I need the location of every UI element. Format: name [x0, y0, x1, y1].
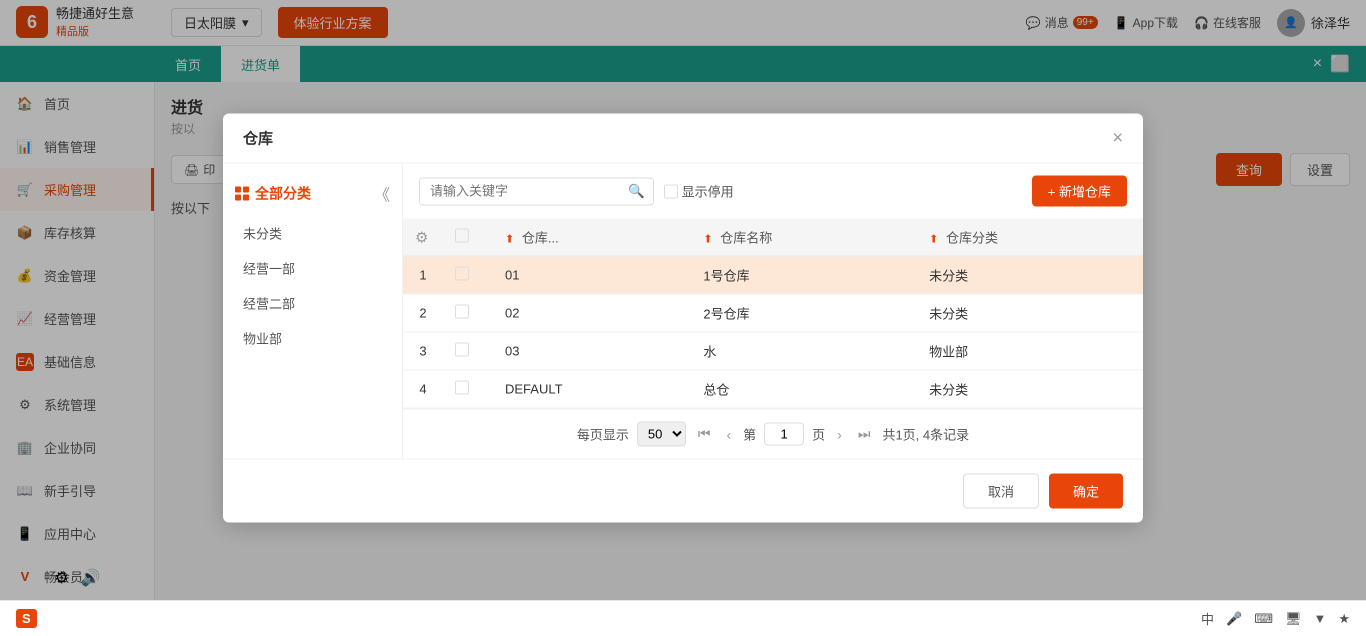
select-all-checkbox[interactable] [455, 229, 469, 243]
cancel-button[interactable]: 取消 [963, 474, 1039, 509]
table-row[interactable]: 1 01 1号仓库 未分类 [403, 256, 1143, 294]
page-number-input[interactable] [764, 423, 804, 446]
bottom-left: S [16, 609, 37, 628]
prev-page-button[interactable]: ‹ [722, 424, 735, 444]
last-page-button[interactable]: ⏭ [854, 424, 875, 445]
page-label: 第 [743, 425, 756, 444]
grid-icon [235, 187, 249, 201]
category-title: 全部分类 [235, 184, 311, 204]
bottom-logo: S [16, 609, 37, 628]
row-checkbox[interactable] [455, 381, 469, 395]
th-settings: ⚙ [403, 219, 443, 257]
row-code: 02 [493, 294, 691, 332]
category-item-dept2[interactable]: 经营二部 [223, 286, 402, 321]
show-disabled-checkbox[interactable] [664, 184, 678, 198]
per-page-label: 每页显示 [577, 425, 629, 444]
category-item-dept1[interactable]: 经营一部 [223, 251, 402, 286]
show-disabled-label[interactable]: 显示停用 [664, 182, 734, 201]
modal-close-button[interactable]: × [1112, 128, 1123, 149]
row-num: 4 [403, 370, 443, 408]
star-icon[interactable]: ★ [1338, 611, 1350, 627]
row-code: DEFAULT [493, 370, 691, 408]
table-scroll: ⚙ ⬆ 仓库... ⬆ 仓库名称 [403, 219, 1143, 409]
row-name: 2号仓库 [691, 294, 917, 332]
sort-icon-name: ⬆ [703, 234, 712, 246]
modal-header: 仓库 × [223, 114, 1143, 164]
row-checkbox-cell [443, 256, 493, 294]
keyboard-icon[interactable]: ⌨ [1254, 611, 1273, 627]
bottom-bar: S 中 🎤 ⌨ 🖥 ▼ ★ [0, 600, 1366, 636]
row-category: 物业部 [917, 332, 1143, 370]
sort-icon-code: ⬆ [505, 234, 514, 246]
row-checkbox[interactable] [455, 343, 469, 357]
next-page-button[interactable]: › [833, 424, 846, 444]
row-checkbox-cell [443, 294, 493, 332]
search-icon: 🔍 [628, 183, 645, 198]
display-icon[interactable]: 🖥 [1285, 611, 1302, 627]
warehouse-table: ⚙ ⬆ 仓库... ⬆ 仓库名称 [403, 219, 1143, 409]
row-category: 未分类 [917, 294, 1143, 332]
th-name: ⬆ 仓库名称 [691, 219, 917, 257]
page-suffix: 页 [812, 425, 825, 444]
pagination: 每页显示 50 ⏮ ‹ 第 页 › ⏭ 共1页, 4条记录 [403, 409, 1143, 459]
row-checkbox[interactable] [455, 305, 469, 319]
row-num: 1 [403, 256, 443, 294]
modal-body: 全部分类 《 未分类 经营一部 经营二部 物业部 [223, 164, 1143, 459]
table-header-row: ⚙ ⬆ 仓库... ⬆ 仓库名称 [403, 219, 1143, 257]
table-row[interactable]: 2 02 2号仓库 未分类 [403, 294, 1143, 332]
row-code: 01 [493, 256, 691, 294]
table-panel: 🔍 显示停用 + 新增仓库 ⚙ [403, 164, 1143, 459]
row-name: 1号仓库 [691, 256, 917, 294]
search-input[interactable] [420, 179, 620, 204]
category-item-property[interactable]: 物业部 [223, 321, 402, 356]
row-name: 水 [691, 332, 917, 370]
per-page-select[interactable]: 50 [637, 422, 686, 447]
modal-title: 仓库 [243, 128, 273, 149]
arrow-icon[interactable]: ▼ [1313, 611, 1326, 626]
row-code: 03 [493, 332, 691, 370]
table-head: ⚙ ⬆ 仓库... ⬆ 仓库名称 [403, 219, 1143, 257]
chinese-icon[interactable]: 中 [1201, 609, 1214, 628]
row-checkbox-cell [443, 370, 493, 408]
confirm-button[interactable]: 确定 [1049, 474, 1123, 509]
table-row[interactable]: 3 03 水 物业部 [403, 332, 1143, 370]
row-num: 2 [403, 294, 443, 332]
bottom-right: 中 🎤 ⌨ 🖥 ▼ ★ [1201, 609, 1350, 628]
row-num: 3 [403, 332, 443, 370]
row-checkbox[interactable] [455, 267, 469, 281]
category-item-unclassified[interactable]: 未分类 [223, 216, 402, 251]
first-page-button[interactable]: ⏮ [694, 424, 715, 445]
category-panel: 全部分类 《 未分类 经营一部 经营二部 物业部 [223, 164, 403, 459]
table-toolbar: 🔍 显示停用 + 新增仓库 [403, 164, 1143, 219]
warehouse-modal: 仓库 × 全部分类 《 未分类 经营一部 经 [223, 114, 1143, 523]
row-category: 未分类 [917, 370, 1143, 408]
table-row[interactable]: 4 DEFAULT 总仓 未分类 [403, 370, 1143, 408]
table-body: 1 01 1号仓库 未分类 2 02 2号仓库 未分类 3 03 水 物业部 4 [403, 256, 1143, 408]
th-code: ⬆ 仓库... [493, 219, 691, 257]
add-warehouse-button[interactable]: + 新增仓库 [1032, 176, 1127, 207]
th-category: ⬆ 仓库分类 [917, 219, 1143, 257]
th-checkbox [443, 219, 493, 257]
search-box: 🔍 [419, 177, 654, 205]
collapse-icon[interactable]: 《 [374, 182, 390, 206]
row-name: 总仓 [691, 370, 917, 408]
row-checkbox-cell [443, 332, 493, 370]
category-header: 全部分类 《 [223, 176, 402, 216]
search-button[interactable]: 🔍 [620, 178, 653, 204]
mic-icon[interactable]: 🎤 [1226, 611, 1242, 627]
row-category: 未分类 [917, 256, 1143, 294]
total-info: 共1页, 4条记录 [882, 425, 969, 444]
column-settings-icon[interactable]: ⚙ [415, 228, 428, 246]
sort-icon-category: ⬆ [929, 234, 938, 246]
modal-footer: 取消 确定 [223, 459, 1143, 523]
